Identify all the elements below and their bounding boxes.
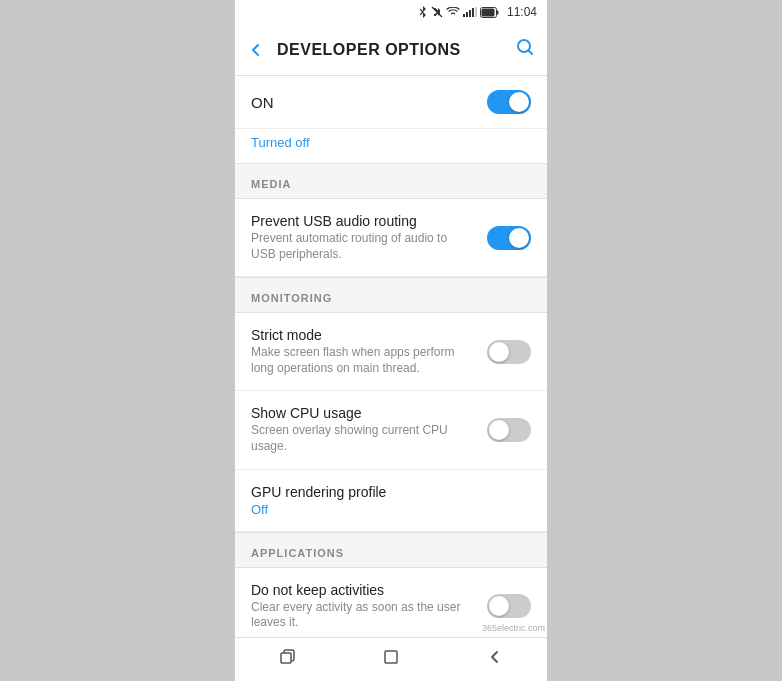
setting-gpu-rendering[interactable]: GPU rendering profile Off	[235, 470, 547, 532]
svg-rect-7	[496, 10, 498, 14]
setting-strict-mode-info: Strict mode Make screen flash when apps …	[251, 327, 475, 376]
setting-do-not-keep-title: Do not keep activities	[251, 582, 475, 598]
bluetooth-icon	[418, 5, 428, 19]
svg-line-0	[432, 7, 442, 17]
setting-show-cpu-desc: Screen overlay showing current CPU usage…	[251, 423, 475, 454]
setting-prevent-usb-title: Prevent USB audio routing	[251, 213, 475, 229]
watermark: 365electric.com	[482, 623, 545, 633]
section-media-label: MEDIA	[251, 178, 291, 190]
prevent-usb-toggle-track[interactable]	[487, 226, 531, 250]
setting-gpu-rendering-info: GPU rendering profile Off	[251, 484, 519, 517]
setting-prevent-usb-audio[interactable]: Prevent USB audio routing Prevent automa…	[235, 199, 547, 277]
section-applications-label: APPLICATIONS	[251, 547, 344, 559]
strict-mode-toggle-thumb	[489, 342, 509, 362]
prevent-usb-toggle-thumb	[509, 228, 529, 248]
status-bar: 11:04	[235, 0, 547, 24]
do-not-keep-toggle-thumb	[489, 596, 509, 616]
setting-show-cpu[interactable]: Show CPU usage Screen overlay showing cu…	[235, 391, 547, 469]
on-toggle-thumb	[509, 92, 529, 112]
svg-rect-11	[385, 651, 397, 663]
back-button[interactable]	[247, 41, 265, 59]
on-toggle-track[interactable]	[487, 90, 531, 114]
do-not-keep-toggle[interactable]	[487, 594, 531, 618]
setting-gpu-rendering-value: Off	[251, 502, 519, 517]
setting-strict-mode[interactable]: Strict mode Make screen flash when apps …	[235, 313, 547, 391]
on-label: ON	[251, 94, 274, 111]
svg-rect-3	[469, 10, 471, 17]
section-monitoring-label: MONITORING	[251, 292, 332, 304]
svg-rect-2	[466, 12, 468, 17]
section-media: MEDIA	[235, 163, 547, 199]
svg-rect-10	[281, 653, 291, 663]
setting-strict-mode-desc: Make screen flash when apps perform long…	[251, 345, 475, 376]
battery-icon	[480, 7, 500, 18]
svg-rect-8	[481, 8, 494, 16]
mute-icon	[431, 6, 443, 18]
signal-icon	[463, 7, 477, 17]
turned-off-container: Turned off	[235, 129, 547, 163]
svg-rect-4	[472, 8, 474, 17]
setting-prevent-usb-info: Prevent USB audio routing Prevent automa…	[251, 213, 475, 262]
content-area: ON Turned off MEDIA Prevent USB audio ro…	[235, 76, 547, 637]
status-time: 11:04	[507, 5, 537, 19]
wifi-icon	[446, 7, 460, 17]
top-bar: DEVELOPER OPTIONS	[235, 24, 547, 76]
setting-show-cpu-info: Show CPU usage Screen overlay showing cu…	[251, 405, 475, 454]
prevent-usb-toggle[interactable]	[487, 226, 531, 250]
recents-button[interactable]	[270, 640, 304, 679]
show-cpu-toggle-track[interactable]	[487, 418, 531, 442]
svg-rect-5	[475, 7, 477, 17]
svg-rect-1	[463, 14, 465, 17]
status-icons: 11:04	[418, 5, 537, 19]
home-button[interactable]	[374, 640, 408, 679]
on-toggle[interactable]	[487, 90, 531, 114]
setting-gpu-rendering-title: GPU rendering profile	[251, 484, 519, 500]
search-button[interactable]	[515, 37, 535, 62]
nav-bar	[235, 637, 547, 681]
setting-do-not-keep-desc: Clear every activity as soon as the user…	[251, 600, 475, 631]
setting-show-cpu-title: Show CPU usage	[251, 405, 475, 421]
setting-do-not-keep-info: Do not keep activities Clear every activ…	[251, 582, 475, 631]
strict-mode-toggle-track[interactable]	[487, 340, 531, 364]
do-not-keep-toggle-track[interactable]	[487, 594, 531, 618]
page-title: DEVELOPER OPTIONS	[277, 41, 515, 59]
on-row: ON	[235, 76, 547, 129]
turned-off-link[interactable]: Turned off	[251, 135, 310, 150]
section-applications: APPLICATIONS	[235, 532, 547, 568]
show-cpu-toggle[interactable]	[487, 418, 531, 442]
strict-mode-toggle[interactable]	[487, 340, 531, 364]
show-cpu-toggle-thumb	[489, 420, 509, 440]
back-nav-button[interactable]	[478, 640, 512, 679]
setting-prevent-usb-desc: Prevent automatic routing of audio to US…	[251, 231, 475, 262]
phone-frame: 11:04 DEVELOPER OPTIONS ON	[235, 0, 547, 681]
section-monitoring: MONITORING	[235, 277, 547, 313]
setting-strict-mode-title: Strict mode	[251, 327, 475, 343]
